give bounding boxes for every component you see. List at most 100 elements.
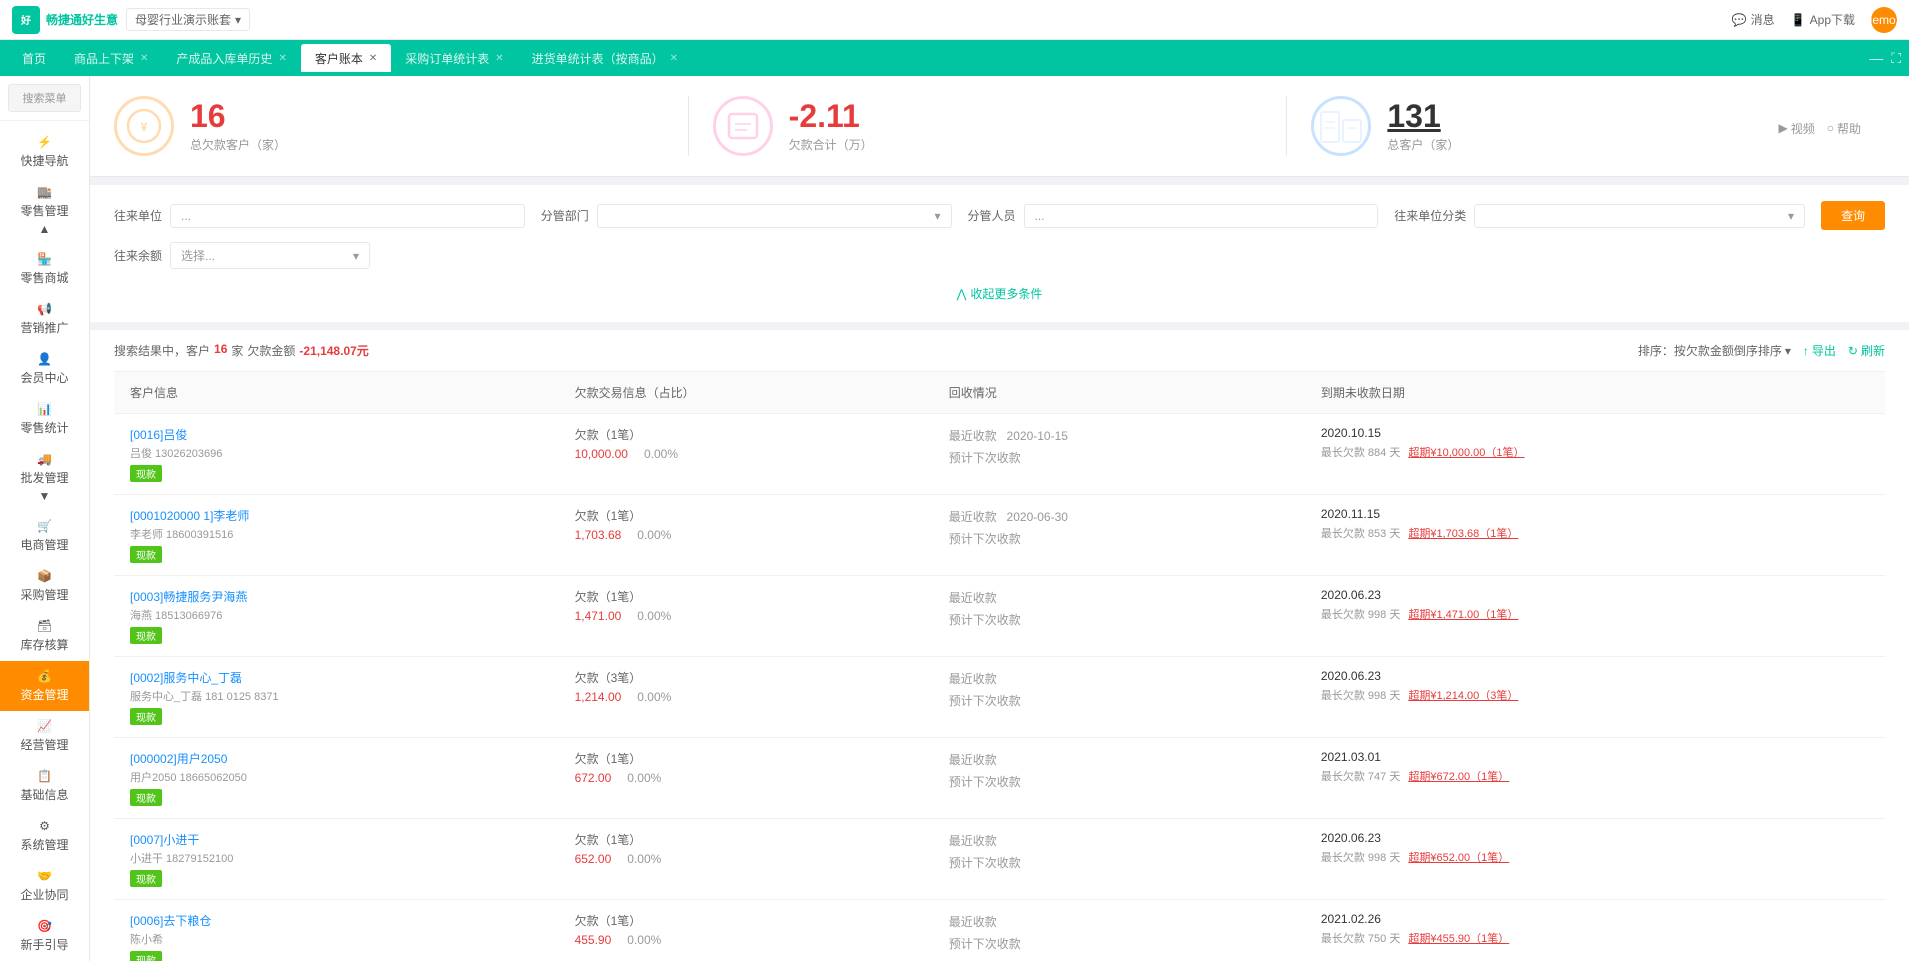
batch-mgmt-label: 批发管理	[20, 469, 68, 486]
tab-purchase-order-close[interactable]: ✕	[495, 53, 503, 64]
sidebar-item-purchase[interactable]: 📦 采购管理	[0, 561, 89, 611]
unit-category-select-container[interactable]: ▾	[1474, 204, 1805, 228]
table-body: [0016]吕俊 吕俊 13026203696 现款 欠款（1笔） 10,000…	[114, 414, 1885, 961]
tab-product-history[interactable]: 产成品入库单历史 ✕	[162, 44, 300, 72]
debt-amount-2: 1,471.00	[575, 609, 622, 623]
overdue-amount-link-3[interactable]: 超期¥1,214.00（3笔）	[1408, 687, 1518, 703]
sidebar-item-member[interactable]: 👤 会员中心	[0, 344, 89, 394]
sidebar-item-ecommerce[interactable]: 🛒 电商管理	[0, 511, 89, 561]
sidebar-item-retail-mgmt[interactable]: 🏬 零售管理 ▲	[0, 177, 89, 244]
svg-text:¥: ¥	[141, 120, 148, 134]
overdue-amount-link-0[interactable]: 超期¥10,000.00（1笔）	[1408, 444, 1524, 460]
customer-name-3[interactable]: [0002]服务中心_丁磊	[130, 671, 242, 685]
td-overdue-date-1: 2020.11.15 最长欠款 853 天 超期¥1,703.68（1笔）	[1305, 495, 1885, 576]
view-video-btn[interactable]: ▶ 视频	[1779, 120, 1815, 137]
debt-amount-6: 455.90	[575, 933, 612, 947]
sidebar-item-marketing[interactable]: 📢 营销推广	[0, 294, 89, 344]
sidebar-item-basic-info[interactable]: 📋 基础信息	[0, 761, 89, 811]
new-guide-label: 新手引导	[20, 936, 68, 953]
debt-count-4: 欠款（1笔）	[575, 750, 917, 767]
results-summary-prefix: 搜索结果中，客户	[114, 342, 210, 359]
tab-purchase-stat-close[interactable]: ✕	[670, 53, 678, 64]
collect-info-6: 最近收款 预计下次收款	[949, 912, 1289, 956]
refresh-btn[interactable]: ↻ 刷新	[1848, 342, 1885, 359]
manager-input-container[interactable]: ...	[1024, 204, 1379, 228]
tab-purchase-order[interactable]: 采购订单统计表 ✕	[391, 44, 517, 72]
department-select-container[interactable]: ▾	[597, 204, 952, 228]
customer-name-0[interactable]: [0016]吕俊	[130, 428, 187, 442]
tag-xian-6: 现款	[130, 951, 162, 961]
customer-name-1[interactable]: [0001020000 1]李老师	[130, 509, 249, 523]
tab-customer-account[interactable]: 客户账本 ✕	[301, 44, 391, 72]
filter-group-from-unit: 往来单位 ...	[114, 204, 525, 228]
overdue-amount-link-4[interactable]: 超期¥672.00（1笔）	[1408, 768, 1509, 784]
tag-xian-4: 现款	[130, 789, 162, 806]
overdue-amount-link-2[interactable]: 超期¥1,471.00（1笔）	[1408, 606, 1518, 622]
sidebar-item-new-guide[interactable]: 🎯 新手引导	[0, 911, 89, 961]
message-label: 消息	[1751, 11, 1775, 28]
tab-product-history-close[interactable]: ✕	[278, 53, 286, 64]
collect-info-0: 最近收款 2020-10-15 预计下次收款	[949, 426, 1289, 470]
from-unit-input-container[interactable]: ...	[170, 204, 525, 228]
sidebar-item-inventory[interactable]: 🗃 库存核算	[0, 611, 89, 661]
department-arrow-icon: ▾	[934, 209, 940, 223]
tab-customer-account-close[interactable]: ✕	[369, 53, 377, 64]
nav-minimize-btn[interactable]: —	[1869, 50, 1883, 66]
unit-category-label: 往来单位分类	[1394, 207, 1466, 224]
sys-mgmt-icon: ⚙	[39, 819, 50, 833]
app-download-btn[interactable]: 📱 App下载	[1791, 11, 1855, 28]
sort-btn[interactable]: 排序：按欠款金额倒序排序 ▾	[1638, 342, 1791, 359]
help-btn[interactable]: ○ 帮助	[1827, 120, 1861, 137]
debt-count-3: 欠款（3笔）	[575, 669, 917, 686]
tab-purchase-stat[interactable]: 进货单统计表（按商品） ✕	[518, 44, 692, 72]
next-collect-label-5: 预计下次收款	[949, 856, 1021, 870]
customer-name-6[interactable]: [0006]去下粮仓	[130, 914, 211, 928]
sidebar-item-quick-nav[interactable]: ⚡ 快捷导航	[0, 127, 89, 177]
user-avatar[interactable]: demo2	[1871, 7, 1897, 33]
collect-info-5: 最近收款 预计下次收款	[949, 831, 1289, 875]
export-btn[interactable]: ↑ 导出	[1803, 342, 1836, 359]
retail-mgmt-label: 零售管理	[20, 202, 68, 219]
customer-name-4[interactable]: [000002]用户2050	[130, 752, 227, 766]
collapse-btn[interactable]: ⋀ 收起更多条件	[953, 281, 1047, 306]
basic-info-label: 基础信息	[20, 786, 68, 803]
app-name: 畅捷通好生意	[46, 11, 118, 28]
sidebar-item-batch-mgmt[interactable]: 🚚 批发管理 ▼	[0, 444, 89, 511]
td-collect-status-1: 最近收款 2020-06-30 预计下次收款	[933, 495, 1305, 576]
sidebar-item-sys-mgmt[interactable]: ⚙ 系统管理	[0, 811, 89, 861]
remaining-select-container[interactable]: 选择... ▾	[170, 242, 370, 269]
message-btn[interactable]: 💬 消息	[1732, 11, 1775, 28]
search-button[interactable]: 查询	[1821, 201, 1885, 230]
inventory-label: 库存核算	[20, 636, 68, 653]
td-debt-info-2: 欠款（1笔） 1,471.00 0.00%	[559, 576, 933, 657]
overdue-amount-link-5[interactable]: 超期¥652.00（1笔）	[1408, 849, 1509, 865]
overdue-amount-link-1[interactable]: 超期¥1,703.68（1笔）	[1408, 525, 1518, 541]
tab-goods[interactable]: 商品上下架 ✕	[60, 44, 162, 72]
table-row: [0003]畅捷服务尹海燕 海燕 18513066976 现款 欠款（1笔） 1…	[114, 576, 1885, 657]
sidebar-item-finance[interactable]: 💰 资金管理	[0, 661, 89, 711]
tab-home[interactable]: 首页	[8, 50, 60, 67]
search-menu-btn[interactable]: 搜索菜单	[8, 84, 81, 112]
sidebar-item-ops[interactable]: 📈 经营管理	[0, 711, 89, 761]
nav-actions: — ⛶	[1869, 50, 1901, 67]
customer-name-2[interactable]: [0003]畅捷服务尹海燕	[130, 590, 247, 604]
nav-maximize-btn[interactable]: ⛶	[1891, 50, 1901, 67]
overdue-amount-link-6[interactable]: 超期¥455.90（1笔）	[1408, 930, 1509, 946]
sidebar-item-retail-shop[interactable]: 🏪 零售商城	[0, 244, 89, 294]
td-customer-info-2: [0003]畅捷服务尹海燕 海燕 18513066976 现款	[114, 576, 559, 657]
overdue-days-4: 最长欠款 747 天	[1321, 768, 1400, 784]
customer-sub-1: 李老师 18600391516	[130, 526, 543, 542]
overdue-days-2: 最长欠款 998 天	[1321, 606, 1400, 622]
sidebar-item-retail-stat[interactable]: 📊 零售统计	[0, 394, 89, 444]
next-collect-label-3: 预计下次收款	[949, 694, 1021, 708]
debt-amount-0: 10,000.00	[575, 447, 628, 461]
sidebar-item-enterprise-coop[interactable]: 🤝 企业协同	[0, 861, 89, 911]
phone-icon: 📱	[1791, 13, 1806, 27]
next-collect-label-6: 预计下次收款	[949, 937, 1021, 951]
finance-label: 资金管理	[20, 686, 68, 703]
store-selector[interactable]: 母婴行业演示账套 ▾	[126, 8, 250, 31]
new-guide-icon: 🎯	[37, 919, 52, 933]
tab-goods-close[interactable]: ✕	[140, 53, 148, 64]
customer-name-5[interactable]: [0007]小进干	[130, 833, 199, 847]
td-collect-status-0: 最近收款 2020-10-15 预计下次收款	[933, 414, 1305, 495]
